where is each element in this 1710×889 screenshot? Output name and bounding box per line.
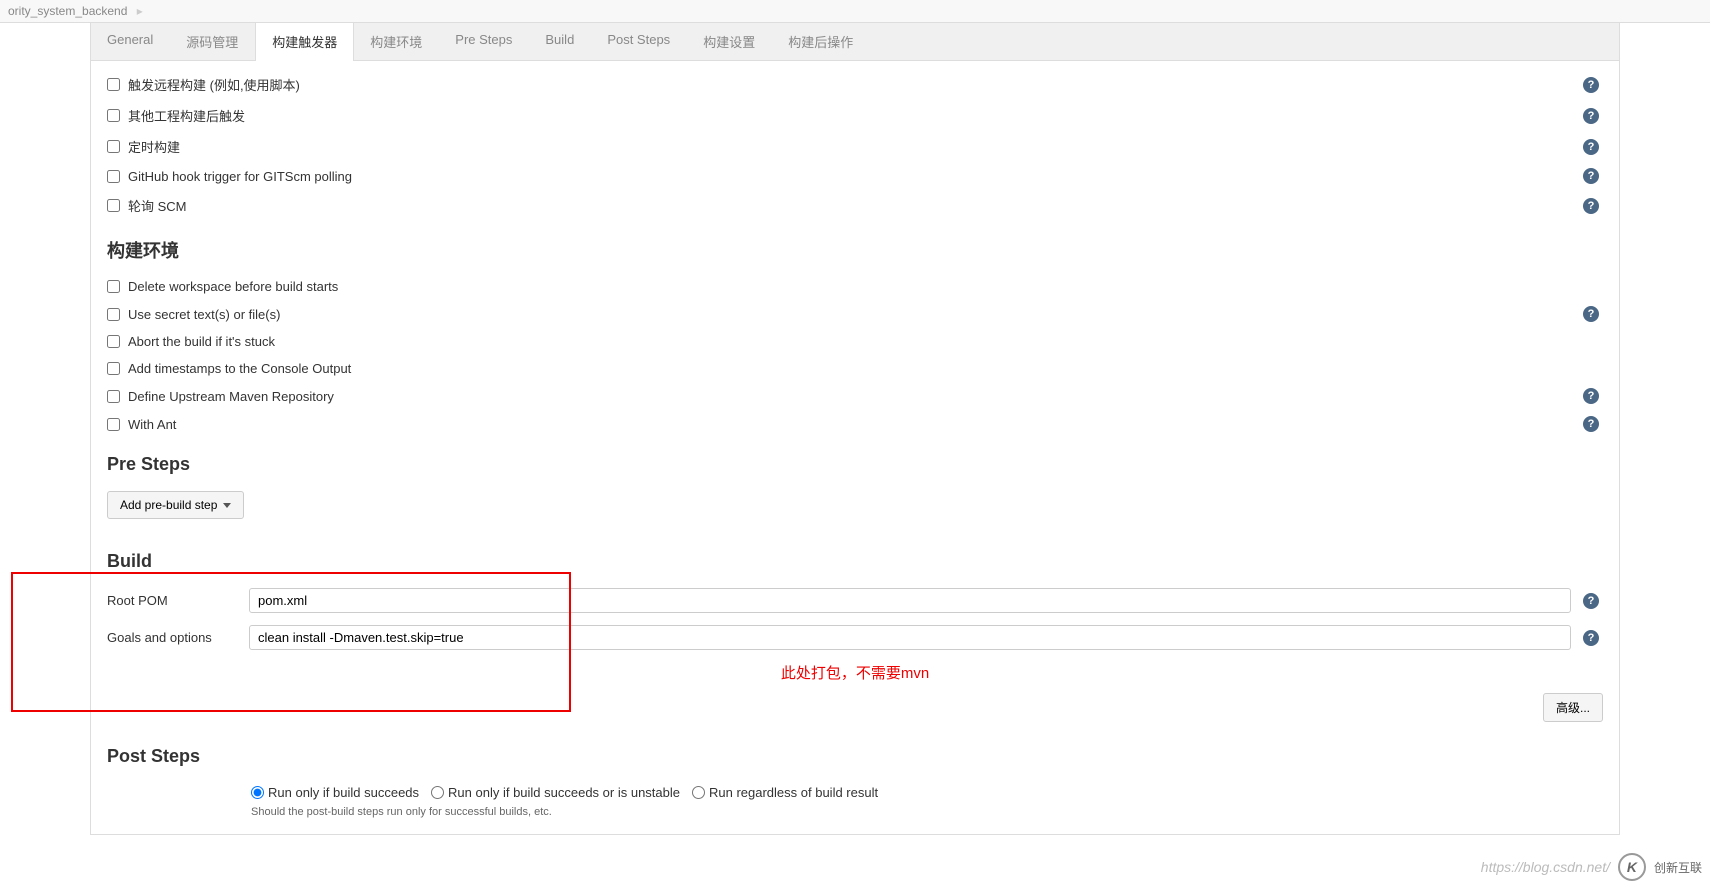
section-heading-poststeps: Post Steps [91, 730, 1619, 777]
trigger-checkbox-1[interactable] [107, 109, 120, 122]
trigger-label: 其他工程构建后触发 [128, 106, 1583, 125]
tab-1[interactable]: 源码管理 [170, 23, 255, 60]
section-heading-presteps: Pre Steps [91, 438, 1619, 485]
trigger-row: 触发远程构建 (例如,使用脚本)? [91, 69, 1619, 100]
help-icon[interactable]: ? [1583, 77, 1599, 93]
env-label: Delete workspace before build starts [128, 279, 1603, 294]
trigger-row: GitHub hook trigger for GITScm polling? [91, 162, 1619, 190]
env-label: Add timestamps to the Console Output [128, 361, 1603, 376]
trigger-checkbox-0[interactable] [107, 78, 120, 91]
poststep-radio-2[interactable] [692, 786, 705, 799]
trigger-checkbox-3[interactable] [107, 170, 120, 183]
logo-icon: K [1618, 853, 1646, 881]
poststep-radio-0[interactable] [251, 786, 264, 799]
env-checkbox-3[interactable] [107, 362, 120, 375]
tab-2[interactable]: 构建触发器 [255, 23, 354, 61]
poststep-radio-item[interactable]: Run only if build succeeds or is unstabl… [431, 785, 680, 800]
root-pom-label: Root POM [107, 593, 237, 608]
help-icon[interactable]: ? [1583, 388, 1599, 404]
add-prebuild-step-button[interactable]: Add pre-build step [107, 491, 244, 519]
advanced-button[interactable]: 高级... [1543, 693, 1603, 722]
env-row: Define Upstream Maven Repository? [91, 382, 1619, 410]
tab-6[interactable]: Post Steps [591, 23, 687, 60]
env-checkbox-0[interactable] [107, 280, 120, 293]
breadcrumb-item[interactable]: ority_system_backend [8, 4, 127, 18]
help-icon[interactable]: ? [1583, 593, 1599, 609]
breadcrumb: ority_system_backend ▸ [0, 0, 1710, 23]
main-config-body: 触发远程构建 (例如,使用脚本)?其他工程构建后触发?定时构建?GitHub h… [90, 61, 1620, 835]
tab-5[interactable]: Build [529, 23, 591, 60]
config-tabs: General源码管理构建触发器构建环境Pre StepsBuildPost S… [90, 23, 1620, 61]
poststep-radio-label: Run regardless of build result [709, 785, 878, 800]
caret-down-icon [223, 503, 231, 508]
section-heading-env: 构建环境 [91, 221, 1619, 273]
goals-options-input[interactable] [249, 625, 1571, 650]
tab-4[interactable]: Pre Steps [439, 23, 529, 60]
env-row: With Ant? [91, 410, 1619, 438]
env-checkbox-5[interactable] [107, 418, 120, 431]
tab-0[interactable]: General [91, 23, 170, 60]
tab-3[interactable]: 构建环境 [354, 23, 439, 60]
env-row: Add timestamps to the Console Output [91, 355, 1619, 382]
goals-options-label: Goals and options [107, 630, 237, 645]
poststep-radio-item[interactable]: Run only if build succeeds [251, 785, 419, 800]
env-label: Define Upstream Maven Repository [128, 389, 1583, 404]
env-row: Delete workspace before build starts [91, 273, 1619, 300]
help-icon[interactable]: ? [1583, 630, 1599, 646]
help-icon[interactable]: ? [1583, 198, 1599, 214]
env-checkbox-1[interactable] [107, 308, 120, 321]
poststeps-radio-group: Run only if build succeeds Run only if bu… [91, 777, 1619, 804]
trigger-checkbox-2[interactable] [107, 140, 120, 153]
root-pom-input[interactable] [249, 588, 1571, 613]
env-label: With Ant [128, 417, 1583, 432]
poststeps-hint: Should the post-build steps run only for… [91, 804, 1619, 826]
chevron-right-icon: ▸ [137, 4, 143, 18]
poststep-radio-1[interactable] [431, 786, 444, 799]
trigger-row: 定时构建? [91, 131, 1619, 162]
annotation-text: 此处打包，不需要mvn [781, 665, 929, 682]
watermark-url: https://blog.csdn.net/ [1481, 859, 1610, 875]
env-label: Abort the build if it's stuck [128, 334, 1603, 349]
trigger-label: GitHub hook trigger for GITScm polling [128, 169, 1583, 184]
env-checkbox-2[interactable] [107, 335, 120, 348]
trigger-row: 其他工程构建后触发? [91, 100, 1619, 131]
env-row: Abort the build if it's stuck [91, 328, 1619, 355]
add-prebuild-step-label: Add pre-build step [120, 498, 217, 512]
trigger-label: 定时构建 [128, 137, 1583, 156]
env-label: Use secret text(s) or file(s) [128, 307, 1583, 322]
trigger-checkbox-4[interactable] [107, 199, 120, 212]
trigger-label: 触发远程构建 (例如,使用脚本) [128, 75, 1583, 94]
poststep-radio-item[interactable]: Run regardless of build result [692, 785, 878, 800]
help-icon[interactable]: ? [1583, 306, 1599, 322]
watermark: https://blog.csdn.net/ K 创新互联 [1481, 853, 1702, 881]
help-icon[interactable]: ? [1583, 108, 1599, 124]
poststep-radio-label: Run only if build succeeds [268, 785, 419, 800]
trigger-label: 轮询 SCM [128, 196, 1583, 215]
tab-7[interactable]: 构建设置 [687, 23, 772, 60]
env-checkbox-4[interactable] [107, 390, 120, 403]
tab-8[interactable]: 构建后操作 [772, 23, 870, 60]
help-icon[interactable]: ? [1583, 139, 1599, 155]
watermark-logo-text: 创新互联 [1654, 859, 1702, 876]
env-row: Use secret text(s) or file(s)? [91, 300, 1619, 328]
poststep-radio-label: Run only if build succeeds or is unstabl… [448, 785, 680, 800]
section-heading-build: Build [91, 535, 1619, 582]
help-icon[interactable]: ? [1583, 168, 1599, 184]
help-icon[interactable]: ? [1583, 416, 1599, 432]
trigger-row: 轮询 SCM? [91, 190, 1619, 221]
